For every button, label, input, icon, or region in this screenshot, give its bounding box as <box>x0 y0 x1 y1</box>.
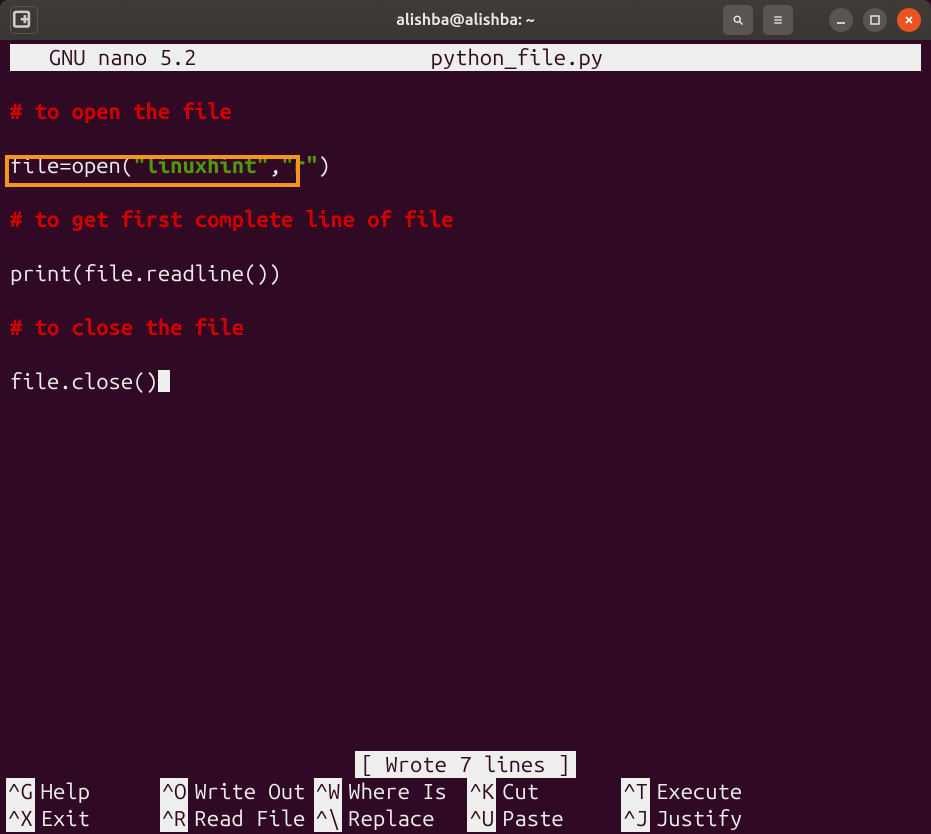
code-line-4: print(file.readline()) <box>10 260 921 287</box>
shortcut-key: ^T <box>621 778 650 805</box>
search-button[interactable] <box>723 5 753 35</box>
shortcut-label: Paste <box>496 805 564 832</box>
shortcut-label: Help <box>35 778 90 805</box>
nano-file-name: python_file.py <box>196 44 917 71</box>
shortcut-label: Write Out <box>188 778 305 805</box>
shortcut-item: ^WWhere Is <box>314 778 464 805</box>
shortcut-item: ^UPaste <box>467 805 617 832</box>
nano-status-line: [ Wrote 7 lines ] <box>0 751 931 778</box>
new-tab-button[interactable] <box>10 6 38 34</box>
shortcut-key: ^R <box>160 805 189 832</box>
shortcut-key: ^J <box>621 805 650 832</box>
code-line-5: # to close the file <box>10 314 921 341</box>
close-button[interactable] <box>897 8 921 32</box>
shortcut-item: ^OWrite Out <box>160 778 310 805</box>
shortcut-item <box>775 805 925 832</box>
shortcut-key: ^G <box>6 778 35 805</box>
hamburger-menu-button[interactable] <box>763 5 793 35</box>
shortcut-item: ^TExecute <box>621 778 771 805</box>
nano-header-bar: GNU nano 5.2 python_file.py <box>10 44 921 71</box>
code-line-2: file=open("linuxhint","r") <box>10 152 921 179</box>
shortcut-item: ^RRead File <box>160 805 310 832</box>
window-titlebar: alishba@alishba: ~ <box>0 0 931 40</box>
nano-app-name: GNU nano 5.2 <box>14 44 196 71</box>
shortcut-label: Cut <box>496 778 539 805</box>
code-line-1: # to open the file <box>10 98 921 125</box>
shortcut-key: ^\ <box>314 805 343 832</box>
nano-shortcut-bar: ^GHelp^OWrite Out^WWhere Is^KCut^TExecut… <box>6 778 925 832</box>
shortcut-label: Justify <box>650 805 742 832</box>
shortcut-label: Exit <box>35 805 90 832</box>
shortcut-label: Replace <box>342 805 434 832</box>
shortcut-item: ^KCut <box>467 778 617 805</box>
text-cursor <box>158 370 170 392</box>
shortcut-item: ^GHelp <box>6 778 156 805</box>
minimize-button[interactable] <box>829 8 853 32</box>
shortcut-label: Execute <box>650 778 742 805</box>
editor-area[interactable]: # to open the file file=open("linuxhint"… <box>0 71 931 422</box>
maximize-button[interactable] <box>863 8 887 32</box>
shortcut-label: Read File <box>188 805 305 832</box>
code-line-6: file.close() <box>10 368 921 395</box>
shortcut-label: Where Is <box>342 778 447 805</box>
shortcut-key: ^O <box>160 778 189 805</box>
shortcut-key: ^K <box>467 778 496 805</box>
shortcut-key: ^W <box>314 778 343 805</box>
shortcut-key: ^X <box>6 805 35 832</box>
shortcut-key: ^U <box>467 805 496 832</box>
shortcut-item: ^\Replace <box>314 805 464 832</box>
shortcut-item: ^JJustify <box>621 805 771 832</box>
code-line-3: # to get first complete line of file <box>10 206 921 233</box>
nano-status-message: [ Wrote 7 lines ] <box>355 751 576 778</box>
shortcut-item <box>775 778 925 805</box>
shortcut-item: ^XExit <box>6 805 156 832</box>
